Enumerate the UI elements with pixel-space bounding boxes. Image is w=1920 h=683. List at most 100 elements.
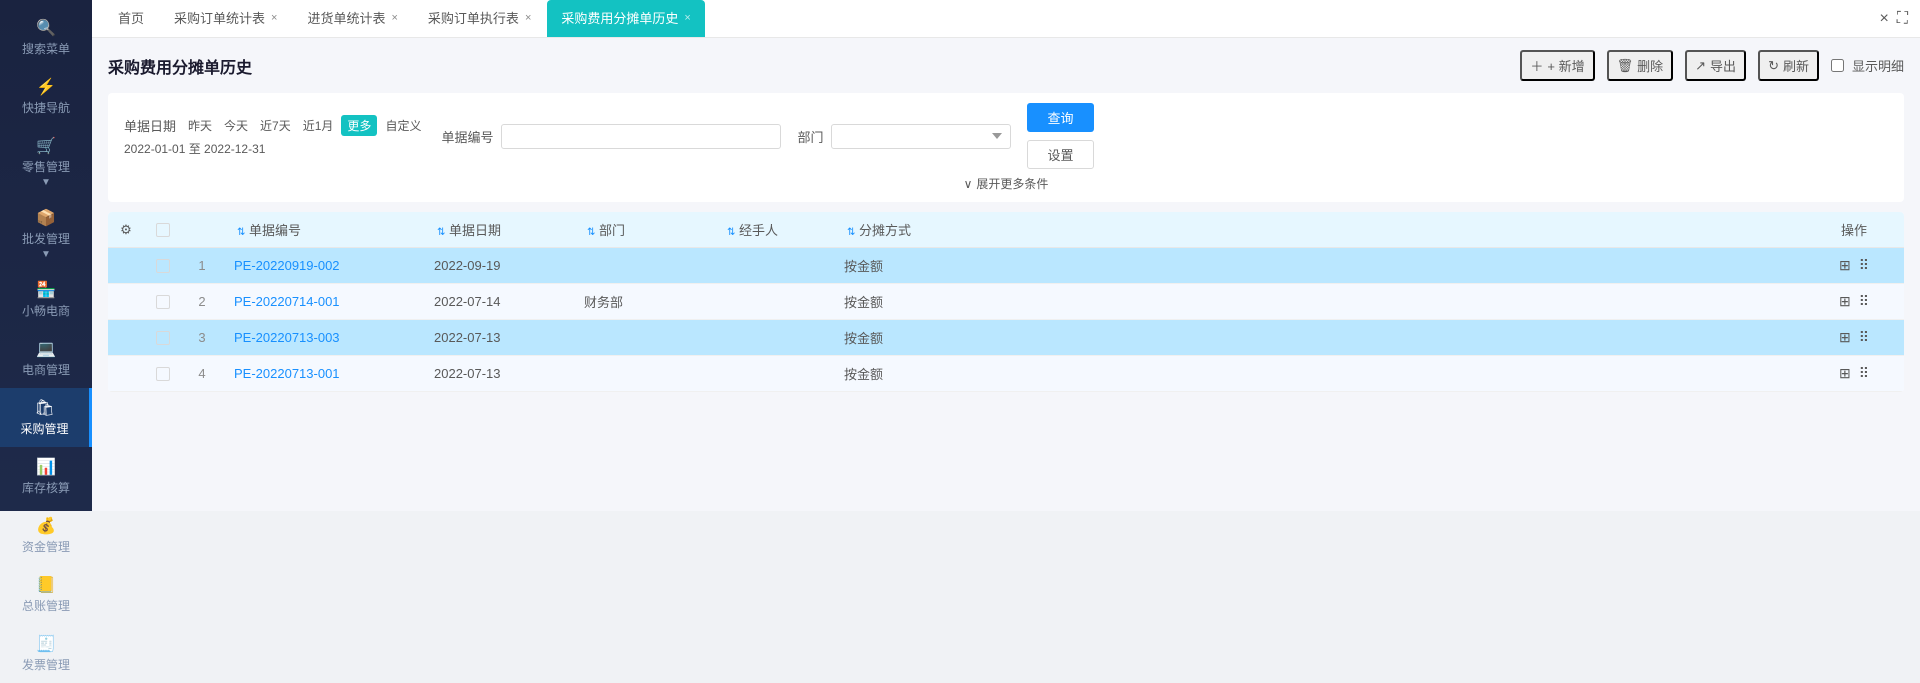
- date-filter-group: 单据日期 昨天 今天 近7天 近1月 更多 自定义 2022-01-01 至 2…: [124, 115, 425, 157]
- close-tab-inbound-stats[interactable]: ×: [391, 12, 397, 24]
- row-method-1: 按金额: [832, 284, 1804, 320]
- row-dept-2: [572, 320, 712, 356]
- sidebar-item-inventory[interactable]: 📊 库存核算: [0, 447, 92, 506]
- sidebar-item-purchase[interactable]: 🛍 采购管理: [0, 388, 92, 447]
- row-docno-1[interactable]: PE-20220714-001: [222, 284, 422, 320]
- close-tab-purchase-exec[interactable]: ×: [525, 12, 531, 24]
- row-ops-3: ⊞ ⠿: [1804, 356, 1904, 392]
- row-checkbox-3[interactable]: [156, 367, 170, 381]
- doc-link-1[interactable]: PE-20220714-001: [234, 294, 340, 309]
- col-header-settings[interactable]: ⚙: [108, 212, 144, 248]
- purchase-icon: 🛍: [34, 398, 54, 418]
- row-method-2: 按金额: [832, 320, 1804, 356]
- tab-purchase-cost-history[interactable]: 采购费用分摊单历史 ×: [547, 0, 704, 37]
- col-header-docno[interactable]: ⇅ 单据编号: [222, 212, 422, 248]
- tab-purchase-order-stats[interactable]: 采购订单统计表 ×: [160, 0, 291, 37]
- row-docno-3[interactable]: PE-20220713-001: [222, 356, 422, 392]
- mini-shop-icon: 🏪: [36, 280, 56, 300]
- row-edit-icon-0[interactable]: ⊞: [1839, 257, 1851, 274]
- expand-more-btn[interactable]: ∨ 展开更多条件: [124, 175, 1888, 192]
- settings-button[interactable]: 设置: [1027, 140, 1093, 169]
- date-range-display: 2022-01-01 至 2022-12-31: [124, 140, 425, 157]
- delete-button[interactable]: 🗑 删除: [1607, 50, 1674, 81]
- delete-label: 删除: [1637, 56, 1663, 75]
- row-check-cell[interactable]: [144, 320, 182, 356]
- close-window-icon[interactable]: ×: [1879, 10, 1888, 28]
- col-header-ops-label: 操作: [1841, 223, 1867, 238]
- close-tab-purchase-order-stats[interactable]: ×: [271, 12, 277, 24]
- row-check-cell[interactable]: [144, 356, 182, 392]
- col-header-handler-label: 经手人: [739, 223, 778, 238]
- row-more-icon-2[interactable]: ⠿: [1859, 329, 1869, 346]
- row-more-icon-3[interactable]: ⠿: [1859, 365, 1869, 382]
- shortcut-yesterday[interactable]: 昨天: [184, 115, 216, 136]
- col-header-docno-label: 单据编号: [249, 223, 301, 238]
- table-row: 2 PE-20220714-001 2022-07-14 财务部 按金额 ⊞ ⠿: [108, 284, 1904, 320]
- show-cols-checkbox[interactable]: [1831, 59, 1844, 72]
- sidebar-item-retail[interactable]: 🛒 零售管理 ▼: [0, 126, 92, 198]
- refresh-button[interactable]: ↻ 刷新: [1758, 50, 1819, 81]
- shortcut-today[interactable]: 今天: [220, 115, 252, 136]
- row-edit-icon-3[interactable]: ⊞: [1839, 365, 1851, 382]
- row-docno-2[interactable]: PE-20220713-003: [222, 320, 422, 356]
- tab-purchase-exec[interactable]: 采购订单执行表 ×: [414, 0, 545, 37]
- sidebar-item-search[interactable]: 🔍 搜索菜单: [0, 8, 92, 67]
- row-check-cell[interactable]: [144, 284, 182, 320]
- col-header-handler[interactable]: ⇅ 经手人: [712, 212, 832, 248]
- doc-link-0[interactable]: PE-20220919-002: [234, 258, 340, 273]
- sort-icon-dept: ⇅: [587, 227, 595, 238]
- main-content: 首页 采购订单统计表 × 进货单统计表 × 采购订单执行表 × 采购费用分摊单历…: [92, 0, 1920, 511]
- sidebar-item-quick-nav[interactable]: ⚡ 快捷导航: [0, 67, 92, 126]
- sidebar-item-ledger[interactable]: 📒 总账管理: [0, 565, 92, 624]
- row-method-3: 按金额: [832, 356, 1804, 392]
- row-date-1: 2022-07-14: [422, 284, 572, 320]
- capital-icon: 💰: [36, 516, 56, 536]
- export-button[interactable]: ↗ 导出: [1685, 50, 1746, 81]
- row-more-icon-0[interactable]: ⠿: [1859, 257, 1869, 274]
- row-handler-2: [712, 320, 832, 356]
- sidebar-item-wholesale[interactable]: 📦 批发管理 ▼: [0, 198, 92, 270]
- sidebar-item-capital[interactable]: 💰 资金管理: [0, 506, 92, 565]
- col-header-dept[interactable]: ⇅ 部门: [572, 212, 712, 248]
- sidebar-item-invoice[interactable]: 🧾 发票管理: [0, 624, 92, 683]
- dept-select[interactable]: [831, 124, 1011, 149]
- tab-home[interactable]: 首页: [104, 0, 158, 37]
- shortcut-7days[interactable]: 近7天: [256, 115, 295, 136]
- row-check-cell[interactable]: [144, 248, 182, 284]
- col-header-method[interactable]: ⇅ 分摊方式: [832, 212, 1804, 248]
- tab-inbound-stats[interactable]: 进货单统计表 ×: [293, 0, 411, 37]
- doc-link-3[interactable]: PE-20220713-001: [234, 366, 340, 381]
- add-button[interactable]: ＋ + 新增: [1520, 50, 1594, 81]
- col-header-check[interactable]: [144, 212, 182, 248]
- close-tab-purchase-cost-history[interactable]: ×: [684, 12, 690, 24]
- row-settings-cell: [108, 248, 144, 284]
- column-settings-icon[interactable]: ⚙: [120, 222, 132, 237]
- shortcut-more[interactable]: 更多: [341, 115, 377, 136]
- select-all-checkbox[interactable]: [156, 223, 170, 237]
- row-date-2: 2022-07-13: [422, 320, 572, 356]
- row-more-icon-1[interactable]: ⠿: [1859, 293, 1869, 310]
- row-checkbox-2[interactable]: [156, 331, 170, 345]
- expand-window-icon[interactable]: ⛶: [1897, 10, 1908, 28]
- col-header-date[interactable]: ⇅ 单据日期: [422, 212, 572, 248]
- shortcut-1month[interactable]: 近1月: [299, 115, 338, 136]
- row-checkbox-0[interactable]: [156, 259, 170, 273]
- shortcut-custom[interactable]: 自定义: [381, 115, 425, 136]
- row-edit-icon-1[interactable]: ⊞: [1839, 293, 1851, 310]
- show-cols-toggle[interactable]: 显示明细: [1831, 56, 1904, 75]
- sidebar-item-ecommerce[interactable]: 💻 电商管理: [0, 329, 92, 388]
- doc-link-2[interactable]: PE-20220713-003: [234, 330, 340, 345]
- row-num-3: 4: [182, 356, 222, 392]
- doc-no-input[interactable]: [501, 124, 781, 149]
- row-checkbox-1[interactable]: [156, 295, 170, 309]
- row-date-0: 2022-09-19: [422, 248, 572, 284]
- sidebar-item-label: 搜索菜单: [22, 40, 70, 57]
- search-button[interactable]: 查询: [1027, 103, 1093, 132]
- refresh-label: 刷新: [1783, 56, 1809, 75]
- row-docno-0[interactable]: PE-20220919-002: [222, 248, 422, 284]
- row-edit-icon-2[interactable]: ⊞: [1839, 329, 1851, 346]
- table-row: 3 PE-20220713-003 2022-07-13 按金额 ⊞ ⠿: [108, 320, 1904, 356]
- sidebar-item-mini-shop[interactable]: 🏪 小畅电商: [0, 270, 92, 329]
- doc-no-label: 单据编号: [441, 127, 493, 146]
- sort-icon-date: ⇅: [437, 227, 445, 238]
